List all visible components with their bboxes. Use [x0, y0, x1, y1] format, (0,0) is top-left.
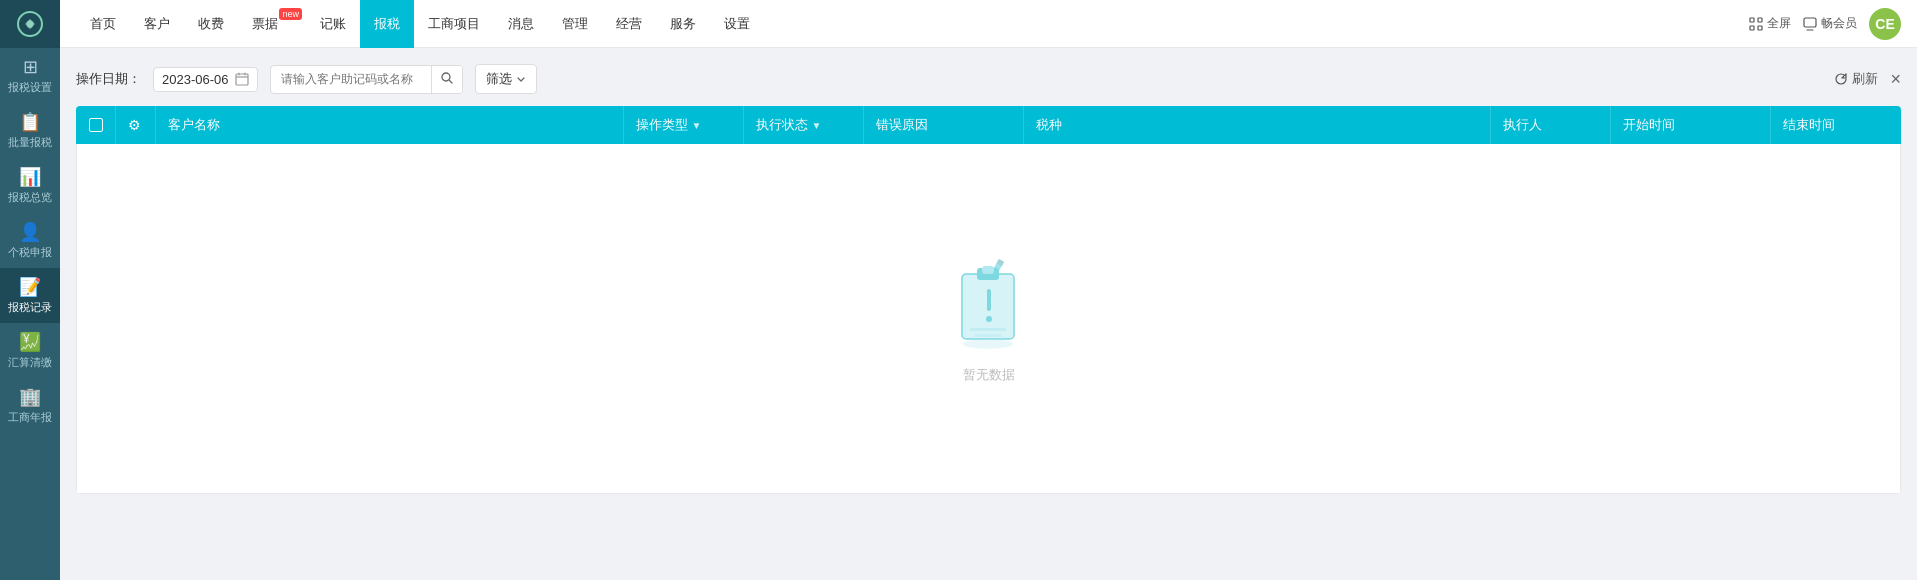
sidebar-item-label: 报税记录 [8, 300, 52, 315]
sidebar-item-tax-settings[interactable]: ⊞ 报税设置 [0, 48, 60, 103]
sidebar-item-label: 报税总览 [8, 190, 52, 205]
sidebar-item-label: 工商年报 [8, 410, 52, 425]
settings-icon: ⚙ [128, 117, 141, 133]
th-exec-status[interactable]: 执行状态 ▼ [744, 106, 864, 144]
svg-rect-2 [1758, 18, 1762, 22]
nav-billing[interactable]: 收费 [184, 0, 238, 48]
sidebar-item-label: 汇算清缴 [8, 355, 52, 370]
avatar[interactable]: CE [1869, 8, 1901, 40]
search-button[interactable] [431, 66, 462, 93]
nav-tax[interactable]: 报税 [360, 0, 414, 48]
svg-rect-6 [236, 74, 248, 85]
topnav-items: 首页 客户 收费 票据 new 记账 报税 工商项目 消息 [76, 0, 1749, 48]
fullscreen-button[interactable]: 全屏 [1749, 15, 1791, 32]
filter-label-text: 筛选 [486, 70, 512, 88]
search-icon [440, 71, 454, 85]
th-executor: 执行人 [1491, 106, 1611, 144]
tax-record-icon: 📝 [19, 278, 41, 296]
sidebar-item-tax-overview[interactable]: 📊 报税总览 [0, 158, 60, 213]
sort-icon: ▼ [812, 120, 822, 131]
nav-home[interactable]: 首页 [76, 0, 130, 48]
sidebar-item-batch-tax[interactable]: 📋 批量报税 [0, 103, 60, 158]
th-start-time: 开始时间 [1611, 106, 1771, 144]
new-badge: new [279, 8, 302, 21]
svg-point-15 [986, 316, 992, 322]
sidebar-item-label: 批量报税 [8, 135, 52, 150]
search-input[interactable] [271, 67, 431, 91]
logo[interactable] [0, 0, 60, 48]
settlement-icon: 💹 [19, 333, 41, 351]
annual-report-icon: 🏢 [19, 388, 41, 406]
table-body: 暂无数据 [76, 144, 1901, 494]
member-label: 畅会员 [1821, 15, 1857, 32]
topnav-right: 全屏 畅会员 CE [1749, 8, 1901, 40]
sidebar-item-personal-tax[interactable]: 👤 个税申报 [0, 213, 60, 268]
date-value: 2023-06-06 [162, 72, 229, 87]
nav-business[interactable]: 工商项目 [414, 0, 494, 48]
close-button[interactable]: × [1890, 70, 1901, 88]
svg-rect-13 [982, 266, 994, 274]
chevron-down-icon [516, 74, 526, 84]
th-tax-type: 税种 [1024, 106, 1492, 144]
sidebar-item-settlement[interactable]: 💹 汇算清缴 [0, 323, 60, 378]
sidebar: ⊞ 报税设置 📋 批量报税 📊 报税总览 👤 个税申报 📝 报税记录 💹 汇算清… [0, 0, 60, 580]
nav-accounting[interactable]: 记账 [306, 0, 360, 48]
svg-rect-16 [970, 328, 1006, 331]
nav-finance[interactable]: 经营 [602, 0, 656, 48]
th-operation-type[interactable]: 操作类型 ▼ [624, 106, 744, 144]
nav-invoice[interactable]: 票据 new [238, 0, 306, 48]
refresh-icon [1834, 72, 1848, 86]
sidebar-item-label: 报税设置 [8, 80, 52, 95]
svg-rect-17 [974, 334, 1002, 337]
fullscreen-label: 全屏 [1767, 15, 1791, 32]
table-header: ⚙ 客户名称 操作类型 ▼ 执行状态 ▼ 错误原因 税种 [76, 106, 1901, 144]
th-settings[interactable]: ⚙ [116, 106, 156, 144]
sidebar-item-label: 个税申报 [8, 245, 52, 260]
sort-icon: ▼ [692, 120, 702, 131]
select-all-checkbox[interactable] [89, 118, 103, 132]
svg-point-7 [442, 73, 450, 81]
empty-illustration [944, 254, 1034, 354]
svg-rect-3 [1750, 26, 1754, 30]
svg-rect-14 [987, 289, 991, 311]
filter-dropdown[interactable]: 筛选 [475, 64, 537, 94]
th-client-name: 客户名称 [156, 106, 624, 144]
tax-overview-icon: 📊 [19, 168, 41, 186]
nav-customer[interactable]: 客户 [130, 0, 184, 48]
nav-service[interactable]: 服务 [656, 0, 710, 48]
refresh-button[interactable]: 刷新 [1834, 70, 1878, 88]
empty-text: 暂无数据 [963, 366, 1015, 384]
sidebar-item-annual-report[interactable]: 🏢 工商年报 [0, 378, 60, 433]
th-checkbox[interactable] [76, 106, 116, 144]
personal-tax-icon: 👤 [19, 223, 41, 241]
svg-point-18 [963, 339, 1013, 349]
search-box [270, 65, 463, 94]
nav-messages[interactable]: 消息 [494, 0, 548, 48]
filter-bar: 操作日期： 2023-06-06 筛选 [76, 64, 1901, 94]
nav-settings[interactable]: 设置 [710, 0, 764, 48]
svg-rect-1 [1750, 18, 1754, 22]
content: 操作日期： 2023-06-06 筛选 [60, 48, 1917, 580]
th-end-time: 结束时间 [1771, 106, 1901, 144]
table-container: ⚙ 客户名称 操作类型 ▼ 执行状态 ▼ 错误原因 税种 [76, 106, 1901, 494]
calendar-icon [235, 72, 249, 86]
svg-rect-4 [1758, 26, 1762, 30]
batch-tax-icon: 📋 [19, 113, 41, 131]
member-button[interactable]: 畅会员 [1803, 15, 1857, 32]
topnav: 首页 客户 收费 票据 new 记账 报税 工商项目 消息 [60, 0, 1917, 48]
main-area: 首页 客户 收费 票据 new 记账 报税 工商项目 消息 [60, 0, 1917, 580]
sidebar-item-tax-record[interactable]: 📝 报税记录 [0, 268, 60, 323]
th-error-reason: 错误原因 [864, 106, 1024, 144]
tax-settings-icon: ⊞ [23, 58, 38, 76]
empty-svg [944, 254, 1034, 354]
date-label: 操作日期： [76, 70, 141, 88]
svg-rect-5 [1804, 18, 1816, 27]
nav-manage[interactable]: 管理 [548, 0, 602, 48]
date-picker[interactable]: 2023-06-06 [153, 67, 258, 92]
